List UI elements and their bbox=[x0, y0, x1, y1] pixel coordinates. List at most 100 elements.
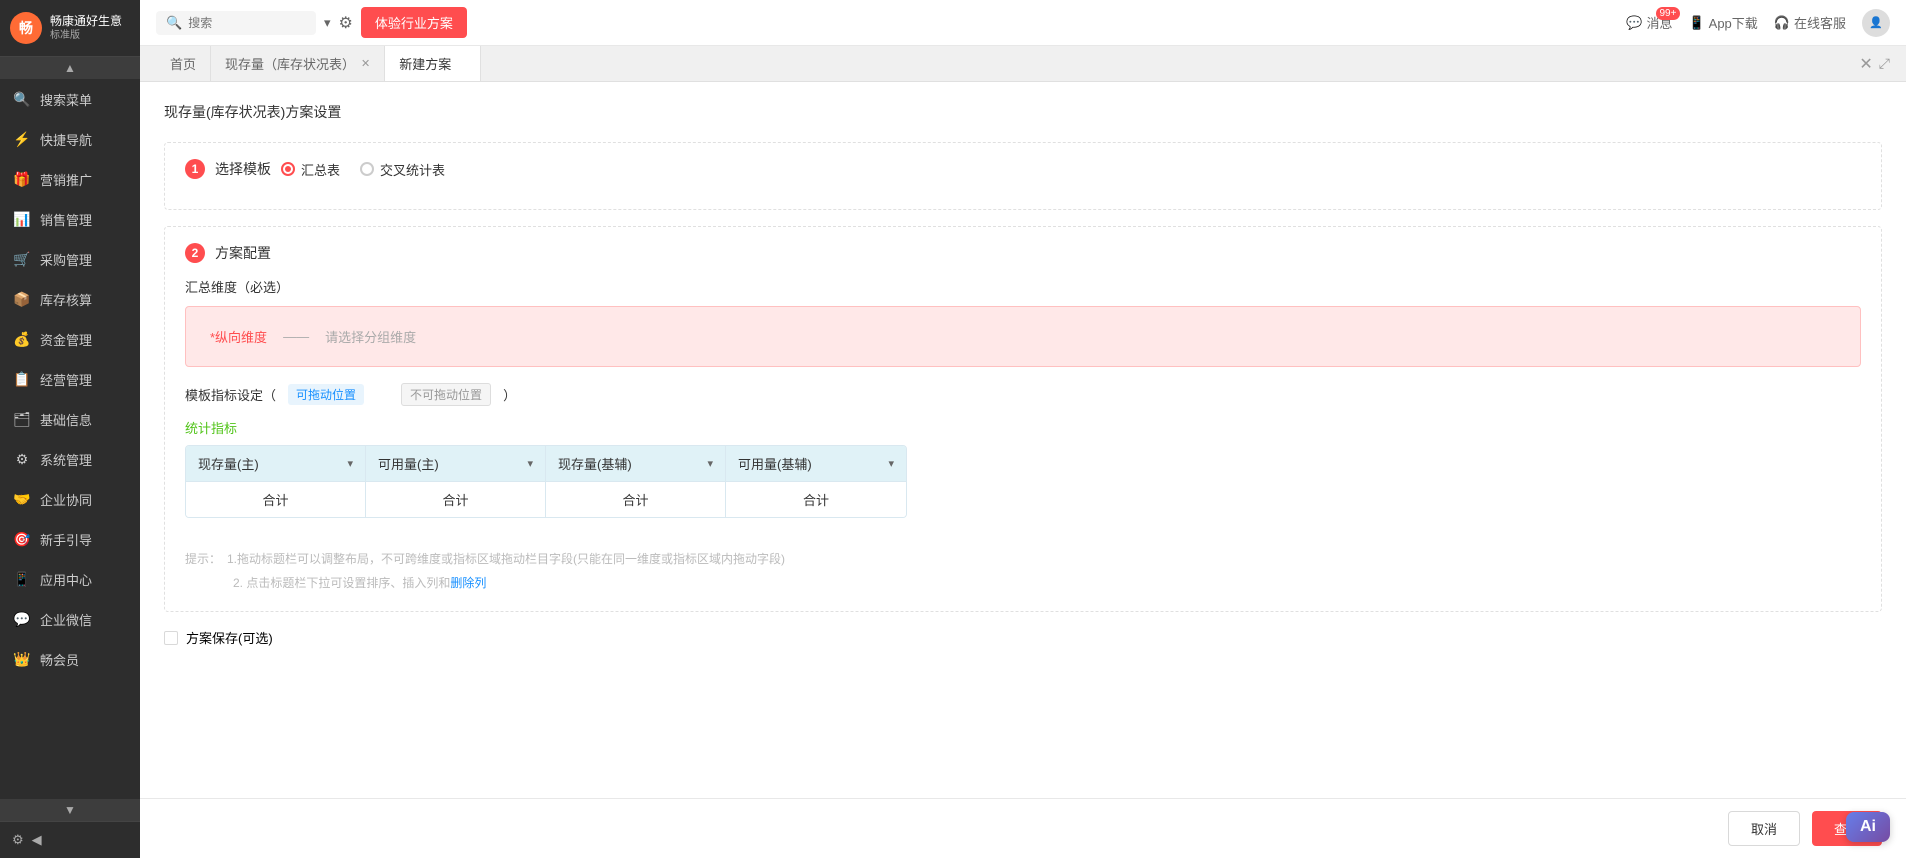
tab-inventory[interactable]: 现存量（库存状况表） ✕ bbox=[211, 46, 385, 81]
topbar-search-box[interactable]: 🔍 bbox=[156, 11, 316, 35]
dimension-dash: —— bbox=[283, 329, 309, 344]
sidebar-item-marketing[interactable]: 🎁 营销推广 bbox=[0, 159, 140, 199]
sidebar-scroll-down[interactable]: ▼ bbox=[0, 799, 140, 821]
industry-btn[interactable]: 体验行业方案 bbox=[361, 7, 467, 38]
tab-close-icon[interactable]: ✕ bbox=[457, 57, 466, 70]
tip-1: 提示： 1.拖动标题栏可以调整布局，不可跨维度或指标区域拖动栏目字段(只能在同一… bbox=[185, 547, 1861, 571]
chevron-down-icon: ▾ bbox=[324, 15, 331, 31]
tab-new-plan[interactable]: 新建方案 ✕ bbox=[385, 46, 481, 81]
sidebar-nav: 🔍 搜索菜单 ⚡ 快捷导航 🎁 营销推广 📊 销售管理 🛒 采购管理 📦 库存核… bbox=[0, 79, 140, 799]
table-col-header-1[interactable]: 可用量(主) ▾ bbox=[366, 446, 545, 482]
sales-icon: 📊 bbox=[12, 209, 32, 229]
stats-label: 统计指标 bbox=[185, 418, 1861, 437]
sidebar-item-business[interactable]: 📋 经营管理 bbox=[0, 359, 140, 399]
sidebar-item-inventory[interactable]: 📦 库存核算 bbox=[0, 279, 140, 319]
settings-icon[interactable]: ⚙ bbox=[12, 832, 24, 848]
sidebar-item-label: 应用中心 bbox=[40, 570, 92, 589]
indicator-setting-row: 模板指标设定（ 可拖动位置 不可拖动位置 ） bbox=[185, 383, 1861, 406]
cancel-button[interactable]: 取消 bbox=[1728, 811, 1800, 846]
online-service-link[interactable]: 🎧 在线客服 bbox=[1774, 13, 1846, 32]
inventory-icon: 📦 bbox=[12, 289, 32, 309]
sidebar-scroll-up[interactable]: ▲ bbox=[0, 57, 140, 79]
tip-2: 2. 点击标题栏下拉可设置排序、插入列和删除列 bbox=[185, 571, 1861, 595]
indicator-setting-suffix: ） bbox=[503, 385, 516, 404]
table-col-header-3[interactable]: 可用量(基辅) ▾ bbox=[726, 446, 906, 482]
save-checkbox[interactable] bbox=[164, 631, 178, 645]
search-icon: 🔍 bbox=[166, 15, 182, 31]
tab-label: 现存量（库存状况表） bbox=[225, 54, 355, 73]
messages-badge[interactable]: 💬 消息 99+ bbox=[1626, 13, 1672, 32]
radio-cross[interactable]: 交叉统计表 bbox=[360, 160, 445, 179]
table-col-header-0[interactable]: 现存量(主) ▾ bbox=[186, 446, 365, 482]
app-download-label: App下载 bbox=[1709, 13, 1758, 32]
radio-summary[interactable]: 汇总表 bbox=[281, 160, 340, 179]
topbar-right: 💬 消息 99+ 📱 App下载 🎧 在线客服 👤 bbox=[1626, 9, 1890, 37]
sidebar-item-label: 资金管理 bbox=[40, 330, 92, 349]
sidebar-item-apps[interactable]: 📱 应用中心 bbox=[0, 559, 140, 599]
headset-icon: 🎧 bbox=[1774, 15, 1790, 31]
sidebar-item-wechat[interactable]: 💬 企业微信 bbox=[0, 599, 140, 639]
purchase-icon: 🛒 bbox=[12, 249, 32, 269]
topbar-dropdown[interactable]: ▾ bbox=[324, 15, 331, 31]
col-header-text: 现存量(主) bbox=[198, 454, 259, 473]
sidebar-item-finance[interactable]: 💰 资金管理 bbox=[0, 319, 140, 359]
table-col-cell-1: 合计 bbox=[366, 482, 545, 517]
collapse-icon[interactable]: ◀ bbox=[32, 832, 42, 848]
sidebar-item-label: 营销推广 bbox=[40, 170, 92, 189]
user-avatar[interactable]: 👤 bbox=[1862, 9, 1890, 37]
sidebar: 畅 畅康通好生意 标准版 ▲ 🔍 搜索菜单 ⚡ 快捷导航 🎁 营销推广 📊 销售… bbox=[0, 0, 140, 858]
tab-home[interactable]: 首页 bbox=[156, 46, 211, 81]
sidebar-item-quicknav[interactable]: ⚡ 快捷导航 bbox=[0, 119, 140, 159]
quicknav-icon: ⚡ bbox=[12, 129, 32, 149]
dimension-box[interactable]: *纵向维度 —— 请选择分组维度 bbox=[185, 306, 1861, 367]
app-version: 标准版 bbox=[50, 29, 122, 43]
sidebar-item-label: 新手引导 bbox=[40, 530, 92, 549]
delete-col-link[interactable]: 删除列 bbox=[450, 576, 486, 590]
sidebar-item-basic[interactable]: 🗂 基础信息 bbox=[0, 399, 140, 439]
radio-cross-label: 交叉统计表 bbox=[380, 160, 445, 179]
content-inner: 现存量(库存状况表)方案设置 1 选择模板 汇总表 交叉统计表 bbox=[140, 82, 1906, 858]
chevron-down-icon[interactable]: ▾ bbox=[527, 457, 533, 470]
bottom-bar: 取消 查询 bbox=[140, 798, 1906, 858]
sidebar-item-label: 畅会员 bbox=[40, 650, 79, 669]
gear-icon[interactable]: ⚙ bbox=[339, 13, 353, 33]
table-col-cell-3: 合计 bbox=[726, 482, 906, 517]
close-panel-icon[interactable]: ✕ bbox=[1859, 54, 1872, 74]
message-icon: 💬 bbox=[1626, 15, 1642, 31]
table-col-header-2[interactable]: 现存量(基辅) ▾ bbox=[546, 446, 725, 482]
sidebar-item-system[interactable]: ⚙ 系统管理 bbox=[0, 439, 140, 479]
search-input[interactable] bbox=[188, 16, 288, 30]
sidebar-item-guide[interactable]: 🎯 新手引导 bbox=[0, 519, 140, 559]
sidebar-item-coop[interactable]: 🤝 企业协同 bbox=[0, 479, 140, 519]
chevron-down-icon[interactable]: ▾ bbox=[347, 457, 353, 470]
sidebar-item-label: 企业协同 bbox=[40, 490, 92, 509]
chevron-down-icon[interactable]: ▾ bbox=[888, 457, 894, 470]
step2-header: 2 方案配置 bbox=[185, 243, 1861, 263]
tips-section: 提示： 1.拖动标题栏可以调整布局，不可跨维度或指标区域拖动栏目字段(只能在同一… bbox=[185, 547, 1861, 595]
col-header-text: 可用量(主) bbox=[378, 454, 439, 473]
table-col-3: 可用量(基辅) ▾ 合计 bbox=[726, 446, 906, 517]
save-label: 方案保存(可选) bbox=[186, 628, 273, 647]
search-icon: 🔍 bbox=[12, 89, 32, 109]
member-icon: 👑 bbox=[12, 649, 32, 669]
sidebar-item-purchase[interactable]: 🛒 采购管理 bbox=[0, 239, 140, 279]
sidebar-item-label: 采购管理 bbox=[40, 250, 92, 269]
sidebar-item-member[interactable]: 👑 畅会员 bbox=[0, 639, 140, 679]
sidebar-item-label: 经营管理 bbox=[40, 370, 92, 389]
sidebar-item-sales[interactable]: 📊 销售管理 bbox=[0, 199, 140, 239]
sidebar-item-search[interactable]: 🔍 搜索菜单 bbox=[0, 79, 140, 119]
expand-icon[interactable]: ⤢ bbox=[1879, 55, 1890, 72]
topbar-left: 🔍 ▾ ⚙ 体验行业方案 bbox=[156, 7, 1614, 38]
chevron-down-icon[interactable]: ▾ bbox=[707, 457, 713, 470]
step1-badge: 1 bbox=[185, 159, 205, 179]
app-download-link[interactable]: 📱 App下载 bbox=[1688, 13, 1757, 32]
step1-header: 1 选择模板 汇总表 交叉统计表 bbox=[185, 159, 1861, 179]
step2-badge: 2 bbox=[185, 243, 205, 263]
tab-close-icon[interactable]: ✕ bbox=[361, 57, 370, 70]
marketing-icon: 🎁 bbox=[12, 169, 32, 189]
drag-badge-separator bbox=[376, 385, 389, 404]
sidebar-item-label: 企业微信 bbox=[40, 610, 92, 629]
sidebar-footer: ⚙ ◀ bbox=[0, 821, 140, 858]
ai-badge[interactable]: Ai bbox=[1846, 812, 1890, 842]
save-row: 方案保存(可选) bbox=[164, 628, 1882, 647]
